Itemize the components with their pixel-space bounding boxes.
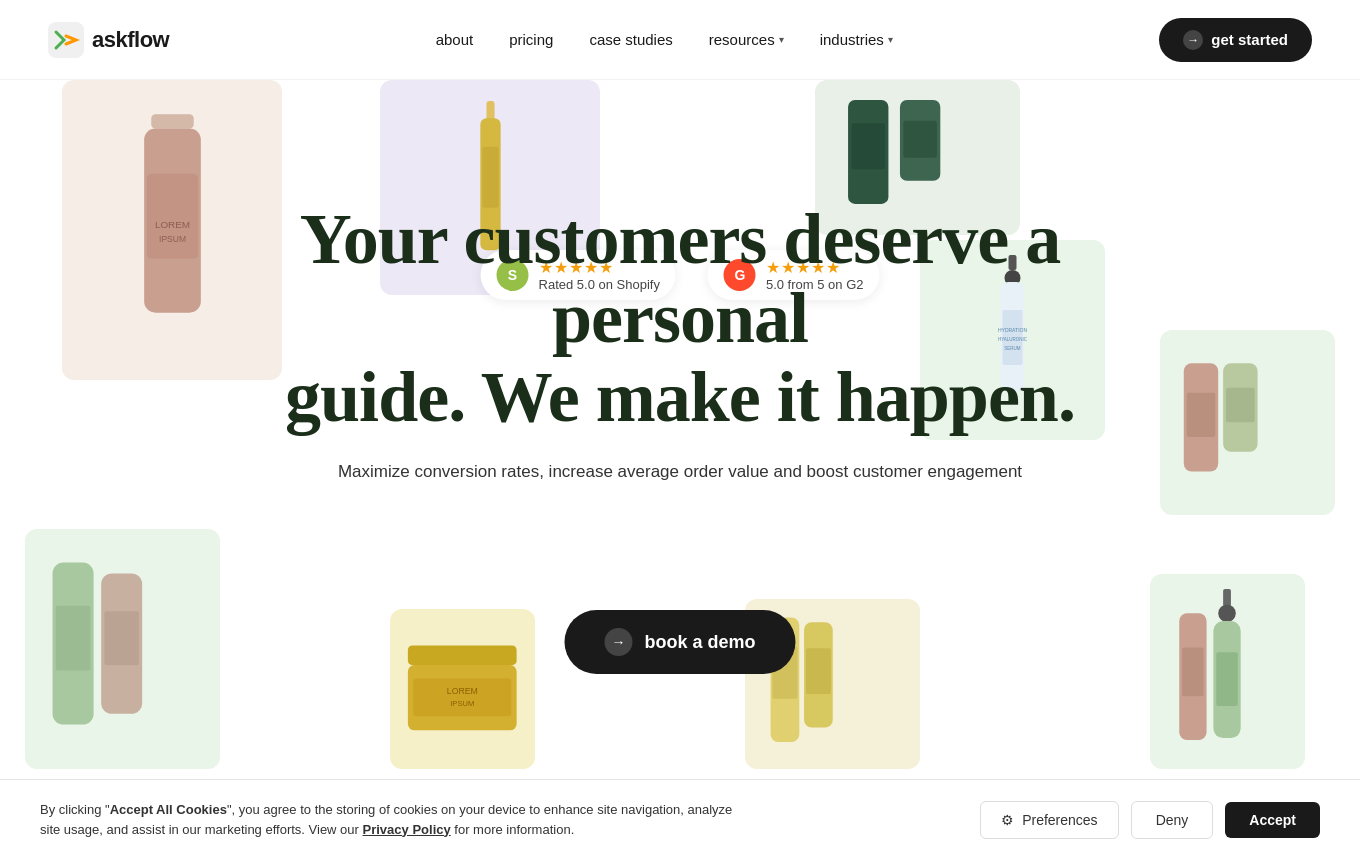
cookie-text: By clicking "Accept All Cookies", you ag… (40, 800, 740, 839)
main-content: LOREM IPSUM S (0, 80, 1360, 859)
preferences-button[interactable]: ⚙ Preferences (980, 801, 1118, 839)
svg-rect-40 (1216, 652, 1237, 706)
get-started-button[interactable]: → get started (1159, 18, 1312, 62)
hero-title: Your customers deserve a personal guide.… (280, 200, 1080, 438)
product-card-9 (1150, 574, 1305, 769)
arrow-icon: → (1183, 30, 1203, 50)
logo[interactable]: askflow (48, 22, 169, 58)
nav-item-resources[interactable]: resources ▾ (709, 31, 784, 48)
privacy-policy-link[interactable]: Privacy Policy (363, 822, 451, 837)
nav-item-case-studies[interactable]: case studies (589, 31, 672, 49)
book-demo-button[interactable]: → book a demo (564, 610, 795, 674)
product-card-5 (1160, 330, 1335, 515)
cookie-bold: Accept All Cookies (110, 802, 227, 817)
svg-rect-22 (1186, 393, 1215, 437)
nav-links: about pricing case studies resources ▾ i… (436, 31, 893, 49)
nav-item-industries[interactable]: industries ▾ (820, 31, 893, 48)
svg-rect-12 (904, 121, 937, 158)
cookie-actions: ⚙ Preferences Deny Accept (980, 801, 1320, 839)
product-card-7: LOREM IPSUM (390, 609, 535, 769)
hero-section: Your customers deserve a personal guide.… (280, 200, 1080, 482)
deny-button[interactable]: Deny (1131, 801, 1214, 839)
svg-rect-36 (806, 648, 831, 694)
chevron-down-icon: ▾ (888, 34, 893, 45)
svg-rect-28 (408, 646, 517, 666)
svg-rect-37 (1223, 589, 1231, 607)
product-card-6 (25, 529, 220, 769)
svg-text:LOREM: LOREM (154, 218, 189, 229)
arrow-icon: → (604, 628, 632, 656)
svg-rect-11 (852, 123, 885, 169)
svg-rect-42 (1182, 647, 1203, 696)
gear-icon: ⚙ (1001, 812, 1014, 828)
nav-item-pricing[interactable]: pricing (509, 31, 553, 49)
svg-text:IPSUM: IPSUM (159, 233, 186, 243)
navbar: askflow about pricing case studies resou… (0, 0, 1360, 80)
product-card-1: LOREM IPSUM (62, 80, 282, 380)
svg-text:IPSUM: IPSUM (450, 699, 474, 708)
svg-rect-27 (104, 611, 139, 665)
svg-rect-23 (1226, 388, 1255, 422)
chevron-down-icon: ▾ (779, 34, 784, 45)
svg-point-38 (1218, 604, 1236, 622)
svg-text:LOREM: LOREM (447, 686, 478, 696)
accept-button[interactable]: Accept (1225, 802, 1320, 838)
brand-name: askflow (92, 27, 169, 53)
cookie-banner: By clicking "Accept All Cookies", you ag… (0, 779, 1360, 859)
svg-rect-6 (486, 101, 494, 121)
svg-rect-26 (56, 606, 91, 671)
svg-rect-1 (151, 114, 194, 128)
svg-rect-3 (147, 173, 198, 258)
svg-rect-30 (414, 678, 512, 716)
hero-subtitle: Maximize conversion rates, increase aver… (280, 462, 1080, 482)
nav-item-about[interactable]: about (436, 31, 474, 49)
